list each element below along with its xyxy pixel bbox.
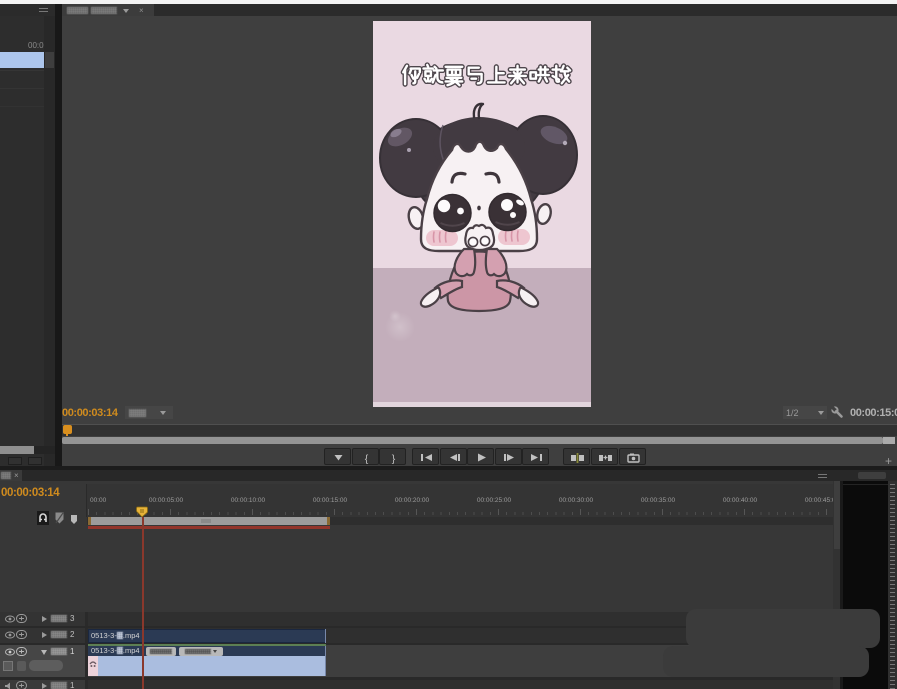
svg-text:{: { [365,453,369,465]
svg-text:}: } [392,453,396,465]
